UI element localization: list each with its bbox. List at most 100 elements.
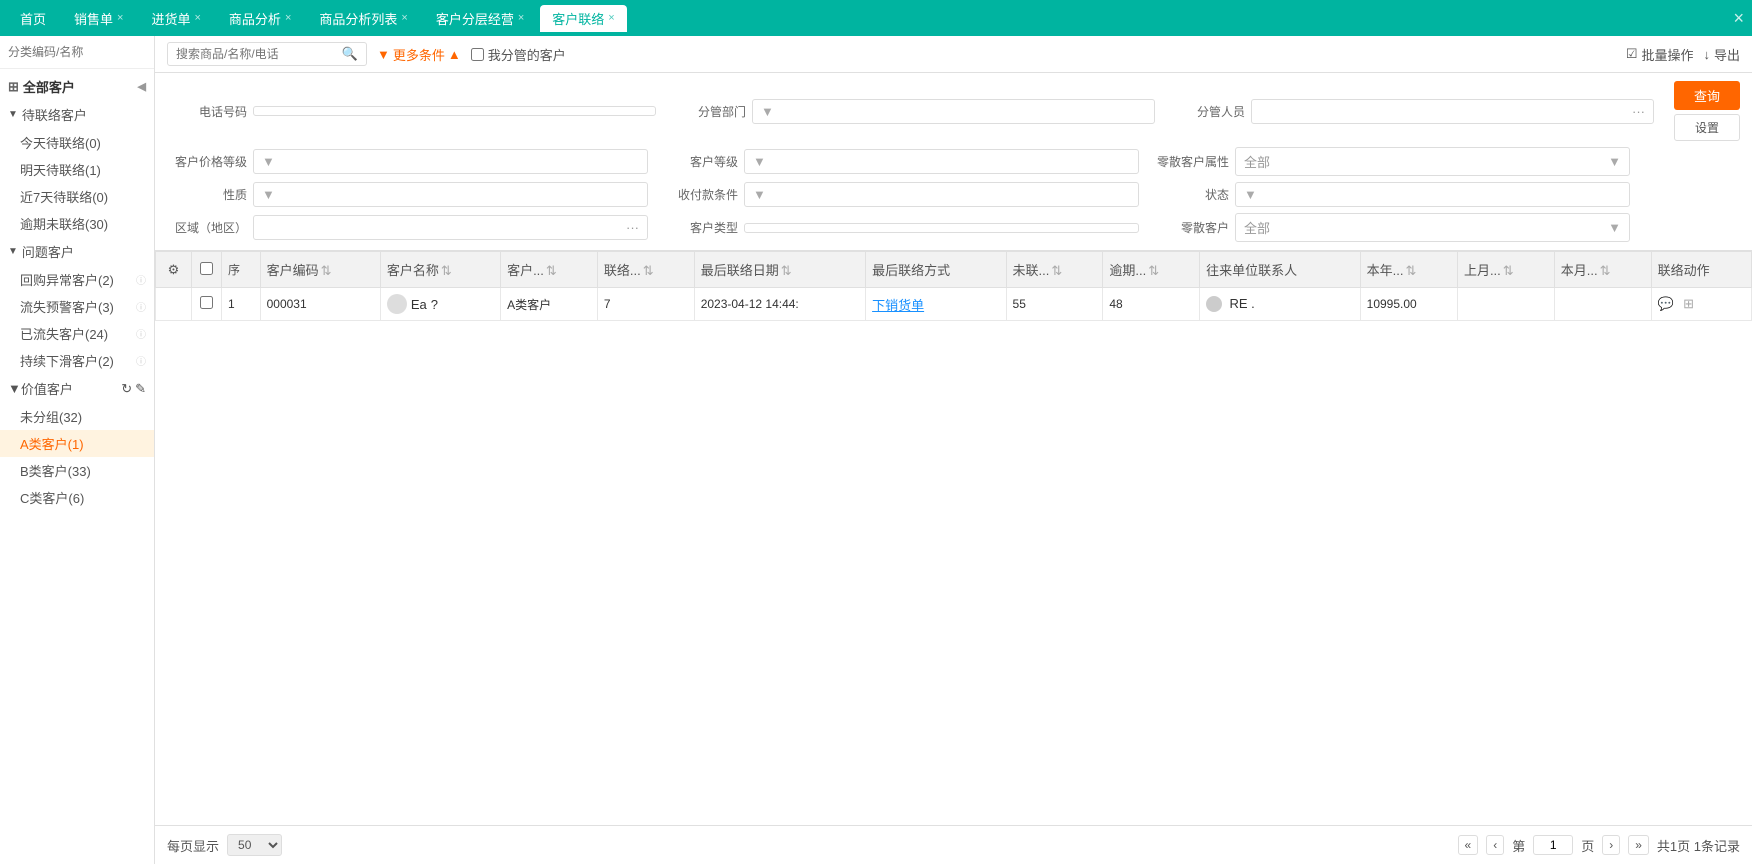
nav-tab-product-analysis[interactable]: 商品分析 × <box>217 5 303 32</box>
nav-tab-sales[interactable]: 销售单 × <box>62 5 135 32</box>
filter-search-icon[interactable]: 🔍 <box>342 46 358 62</box>
sidebar-item-7days[interactable]: 近7天待联络(0) <box>0 183 154 210</box>
next-page-btn[interactable]: › <box>1602 835 1620 855</box>
section-pending-contact[interactable]: ▼ 待联络客户 <box>0 100 154 129</box>
nature-dropdown[interactable]: ▼ <box>253 182 648 207</box>
arrow-value: ▼ <box>8 381 21 396</box>
per-page-select[interactable]: 50 100 200 <box>227 834 282 856</box>
dept-dropdown[interactable]: ▼ <box>752 99 1155 124</box>
filter-row-1: 电话号码 分管部门 ▼ 分管人员 ··· 查询 设置 <box>167 81 1740 141</box>
sidebar-item-overdue[interactable]: 逾期未联络(30) <box>0 210 154 237</box>
retail-attr-dropdown[interactable]: 全部 ▼ <box>1235 147 1630 176</box>
col-name: 客户名称⇅ <box>380 252 500 288</box>
col-not-contacted: 未联...⇅ <box>1006 252 1103 288</box>
close-contact-tab[interactable]: × <box>608 12 614 24</box>
prev-page-btn[interactable]: ‹ <box>1486 835 1504 855</box>
nav-tab-product-list[interactable]: 商品分析列表 × <box>307 5 419 32</box>
more-icon: ··· <box>1632 104 1645 119</box>
my-customers-input[interactable] <box>471 48 484 61</box>
col-contact-person: 往来单位联系人 <box>1200 252 1360 288</box>
last-method-link[interactable]: 下销货单 <box>872 298 924 313</box>
nav-tab-purchase[interactable]: 进货单 × <box>139 5 212 32</box>
last-page-btn[interactable]: » <box>1628 835 1649 855</box>
chat-action-icon[interactable]: 💬 <box>1658 296 1674 311</box>
sidebar-search-input[interactable] <box>8 45 155 59</box>
section-value-customers[interactable]: ▼ 价值客户 ↻ ✎ <box>0 374 154 403</box>
close-all-tabs[interactable]: × <box>1733 8 1744 29</box>
sidebar-item-today[interactable]: 今天待联络(0) <box>0 129 154 156</box>
nav-home[interactable]: 首页 <box>8 5 58 32</box>
payment-dropdown[interactable]: ▼ <box>744 182 1139 207</box>
sidebar-item-abnormal[interactable]: 回购异常客户(2) ⓘ <box>0 266 154 293</box>
total-pages-label: 页 <box>1581 836 1594 855</box>
col-checkbox <box>192 252 222 288</box>
close-product-analysis-tab[interactable]: × <box>285 12 291 24</box>
filter-retail-customer: 零散客户 全部 ▼ <box>1149 213 1630 242</box>
row-contact-person: RE . <box>1200 288 1360 321</box>
region-more-icon: ··· <box>626 220 639 235</box>
filter-bar: 🔍 ▼ 更多条件 ▲ 我分管的客户 ☑ 批量操作 ↓ 导出 <box>155 36 1752 73</box>
select-all-checkbox[interactable] <box>200 262 213 275</box>
sidebar-item-churn-warning[interactable]: 流失预警客户(3) ⓘ <box>0 293 154 320</box>
row-not-contacted: 55 <box>1006 288 1103 321</box>
refresh-icon[interactable]: ↻ <box>121 381 132 397</box>
page-number-input[interactable] <box>1533 835 1573 855</box>
col-this-year: 本年...⇅ <box>1360 252 1457 288</box>
close-segment-tab[interactable]: × <box>518 12 524 24</box>
sidebar-item-declining[interactable]: 持续下滑客户(2) ⓘ <box>0 347 154 374</box>
filter-manager: 分管人员 ··· <box>1165 99 1654 124</box>
price-level-dropdown[interactable]: ▼ <box>253 149 648 174</box>
grid-icon: ⊞ <box>8 79 19 95</box>
phone-input[interactable] <box>253 106 656 116</box>
nav-tab-customer-segment[interactable]: 客户分层经营 × <box>424 5 536 32</box>
status-dropdown[interactable]: ▼ <box>1235 182 1630 207</box>
info-icon-abnormal: ⓘ <box>136 272 146 287</box>
first-page-btn[interactable]: « <box>1458 835 1479 855</box>
col-seq: 序 <box>222 252 261 288</box>
sidebar-collapse-btn[interactable]: ◀ <box>138 80 146 93</box>
payment-arrow: ▼ <box>753 187 766 202</box>
customer-level-dropdown[interactable]: ▼ <box>744 149 1139 174</box>
region-input[interactable]: ··· <box>253 215 648 240</box>
sidebar-item-a-class[interactable]: A类客户(1) <box>0 430 154 457</box>
row-this-month <box>1554 288 1651 321</box>
close-product-list-tab[interactable]: × <box>401 12 407 24</box>
retail-customer-dropdown[interactable]: 全部 ▼ <box>1235 213 1630 242</box>
close-sales-tab[interactable]: × <box>117 12 123 24</box>
col-code: 客户编码⇅ <box>260 252 380 288</box>
more-conditions-btn[interactable]: ▼ 更多条件 ▲ <box>377 45 461 64</box>
customer-avatar <box>387 294 407 314</box>
customer-type-label: 客户类型 <box>658 219 738 236</box>
edit-icon[interactable]: ✎ <box>135 381 146 397</box>
manager-input[interactable]: ··· <box>1251 99 1654 124</box>
status-label: 状态 <box>1149 186 1229 203</box>
sidebar-item-b-class[interactable]: B类客户(33) <box>0 457 154 484</box>
export-btn[interactable]: ↓ 导出 <box>1703 45 1740 64</box>
nav-tab-customer-contact[interactable]: 客户联络 × <box>540 5 626 32</box>
sidebar-item-ungrouped[interactable]: 未分组(32) <box>0 403 154 430</box>
sidebar-item-churned[interactable]: 已流失客户(24) ⓘ <box>0 320 154 347</box>
sidebar-item-tomorrow[interactable]: 明天待联络(1) <box>0 156 154 183</box>
grid-action-icon[interactable]: ⊞ <box>1683 296 1694 311</box>
retail-customer-arrow: ▼ <box>1608 220 1621 235</box>
row-contacts: 7 <box>597 288 694 321</box>
gear-icon[interactable]: ⚙ <box>168 262 180 277</box>
close-purchase-tab[interactable]: × <box>194 12 200 24</box>
settings-button[interactable]: 设置 <box>1674 114 1740 141</box>
section-problem-customers[interactable]: ▼ 问题客户 <box>0 237 154 266</box>
row-this-year: 10995.00 <box>1360 288 1457 321</box>
sidebar-item-c-class[interactable]: C类客户(6) <box>0 484 154 511</box>
region-label: 区域（地区） <box>167 219 247 236</box>
filter-search-input[interactable] <box>176 47 336 61</box>
batch-ops-btn[interactable]: ☑ 批量操作 <box>1626 45 1694 64</box>
row-level: A类客户 <box>501 288 598 321</box>
row-select-checkbox[interactable] <box>200 296 213 309</box>
filter-customer-level: 客户等级 ▼ <box>658 149 1139 174</box>
phone-label: 电话号码 <box>167 103 247 120</box>
query-button[interactable]: 查询 <box>1674 81 1740 110</box>
customer-type-input[interactable] <box>744 223 1139 233</box>
arrow-problem: ▼ <box>8 246 18 257</box>
sidebar-all-customers-header[interactable]: ⊞ 全部客户 ◀ <box>0 69 154 100</box>
my-customers-checkbox[interactable]: 我分管的客户 <box>471 45 566 64</box>
info-icon-churn: ⓘ <box>136 299 146 314</box>
